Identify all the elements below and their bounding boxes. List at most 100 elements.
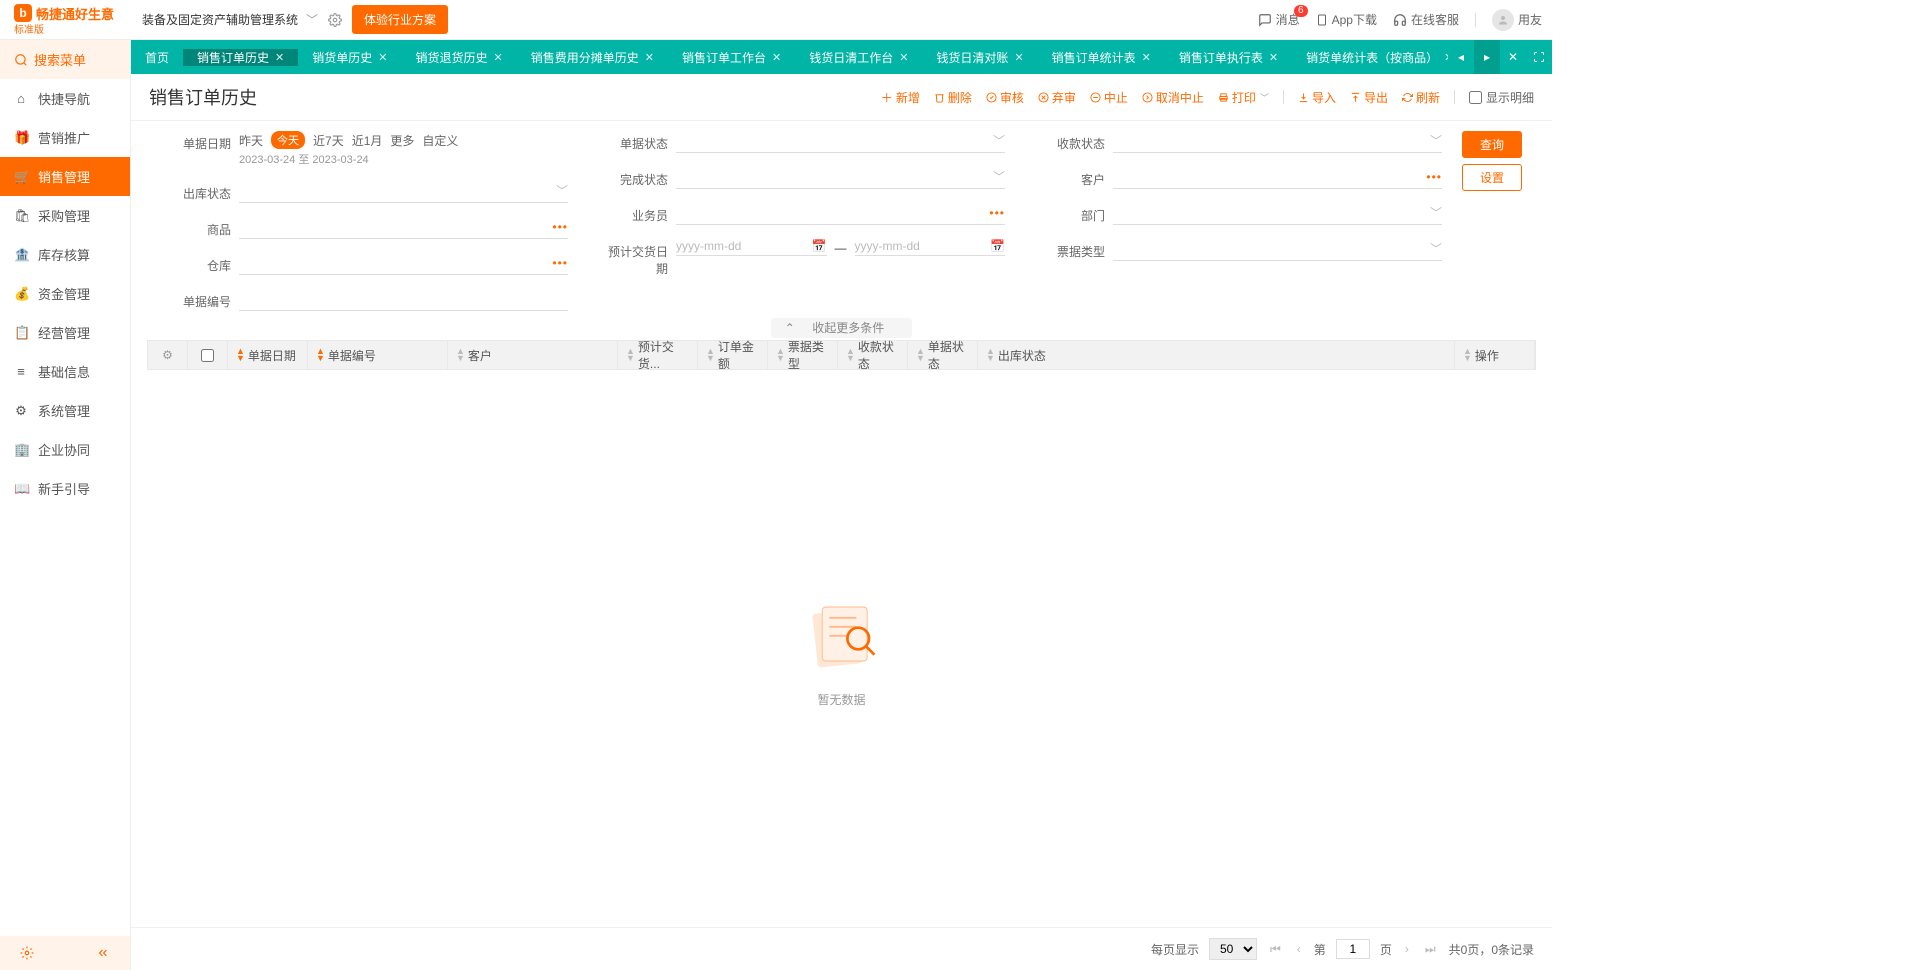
- date-quick-option[interactable]: 今天: [271, 131, 305, 149]
- dept-select[interactable]: ﹀: [1113, 203, 1442, 225]
- settings-icon[interactable]: [20, 946, 34, 960]
- column-header[interactable]: ▲▼操作: [1455, 341, 1535, 369]
- export-button[interactable]: 导出: [1350, 89, 1388, 106]
- tab[interactable]: 销售订单工作台✕: [668, 49, 795, 66]
- tab[interactable]: 销货单历史✕: [298, 49, 401, 66]
- tab-scroll-right[interactable]: ▸: [1474, 40, 1500, 74]
- calendar-icon: 📅: [990, 239, 1005, 253]
- column-header[interactable]: ▲▼出库状态: [978, 341, 1455, 369]
- first-page[interactable]: ⏮: [1267, 942, 1284, 957]
- column-header[interactable]: ▲▼预计交货...: [618, 341, 698, 369]
- receipt-status-select[interactable]: ﹀: [1113, 131, 1442, 153]
- close-icon[interactable]: ✕: [1142, 51, 1151, 64]
- close-icon[interactable]: ✕: [1014, 51, 1023, 64]
- date-quick-option[interactable]: 昨天: [239, 132, 263, 149]
- sidebar-item[interactable]: 📖新手引导: [0, 469, 130, 508]
- delete-button[interactable]: 删除: [934, 89, 972, 106]
- bill-status-select[interactable]: ﹀: [676, 131, 1005, 153]
- close-icon[interactable]: ✕: [494, 51, 503, 64]
- tab[interactable]: 钱货日清对账✕: [922, 49, 1037, 66]
- column-header[interactable]: ▲▼票据类型: [768, 341, 838, 369]
- prev-page[interactable]: ‹: [1294, 942, 1304, 956]
- nav-icon: ≡: [14, 364, 28, 379]
- table-settings-icon[interactable]: ⚙: [148, 341, 188, 369]
- page-input[interactable]: [1336, 939, 1370, 959]
- experience-button[interactable]: 体验行业方案: [352, 5, 448, 34]
- warehouse-picker[interactable]: •••: [239, 253, 568, 275]
- refresh-button[interactable]: 刷新: [1402, 89, 1440, 106]
- sidebar-item[interactable]: 💰资金管理: [0, 274, 130, 313]
- tab[interactable]: 首页: [131, 49, 183, 66]
- sidebar-item[interactable]: ≡基础信息: [0, 352, 130, 391]
- goods-picker[interactable]: •••: [239, 217, 568, 239]
- column-header[interactable]: ▲▼客户: [448, 341, 618, 369]
- tab[interactable]: 销售订单历史✕: [183, 49, 298, 66]
- date-quick-option[interactable]: 近1月: [352, 132, 383, 149]
- out-status-select[interactable]: ﹀: [239, 181, 568, 203]
- page-size-select[interactable]: 50: [1209, 938, 1257, 960]
- close-icon[interactable]: ✕: [1269, 51, 1278, 64]
- app-download-button[interactable]: App下载: [1316, 11, 1377, 28]
- print-button[interactable]: 打印﹀: [1218, 89, 1269, 106]
- user-menu[interactable]: 用友: [1492, 9, 1542, 31]
- sidebar-item[interactable]: 🛍采购管理: [0, 196, 130, 235]
- sidebar-item[interactable]: ⌂快捷导航: [0, 79, 130, 118]
- settings-button[interactable]: 设置: [1462, 164, 1522, 191]
- unstop-button[interactable]: 取消中止: [1142, 89, 1204, 106]
- close-icon[interactable]: ✕: [645, 51, 654, 64]
- expect-date-from[interactable]: yyyy-mm-dd📅: [676, 239, 827, 256]
- date-quick-tabs[interactable]: 昨天今天近7天近1月更多自定义: [239, 131, 458, 149]
- column-header[interactable]: ▲▼单据日期: [228, 341, 308, 369]
- sidebar-item[interactable]: ⚙系统管理: [0, 391, 130, 430]
- sidebar-item[interactable]: 📋经营管理: [0, 313, 130, 352]
- abandon-button[interactable]: 弃审: [1038, 89, 1076, 106]
- sidebar-item[interactable]: 🏦库存核算: [0, 235, 130, 274]
- tab[interactable]: 销售订单执行表✕: [1165, 49, 1292, 66]
- tab-scroll-left[interactable]: ◂: [1448, 40, 1474, 74]
- tab[interactable]: 钱货日清工作台✕: [795, 49, 922, 66]
- tab-close-all[interactable]: ✕: [1500, 40, 1526, 74]
- salesman-picker[interactable]: •••: [676, 203, 1005, 225]
- complete-status-select[interactable]: ﹀: [676, 167, 1005, 189]
- tab[interactable]: 销售费用分摊单历史✕: [517, 49, 668, 66]
- gear-icon[interactable]: [328, 13, 342, 27]
- service-button[interactable]: 在线客服: [1393, 11, 1459, 28]
- tab[interactable]: 销售订单统计表✕: [1038, 49, 1165, 66]
- column-header[interactable]: ▲▼单据编号: [308, 341, 448, 369]
- column-header[interactable]: ▲▼收款状态: [838, 341, 908, 369]
- collapse-sidebar-icon[interactable]: [96, 946, 110, 960]
- sidebar-item[interactable]: 🎁营销推广: [0, 118, 130, 157]
- close-icon[interactable]: ✕: [275, 51, 284, 64]
- last-page[interactable]: ⏭: [1422, 942, 1439, 957]
- import-button[interactable]: 导入: [1298, 89, 1336, 106]
- close-icon[interactable]: ✕: [378, 51, 387, 64]
- system-selector[interactable]: 装备及固定资产辅助管理系统 ﹀: [142, 11, 318, 28]
- close-icon[interactable]: ✕: [772, 51, 781, 64]
- next-page[interactable]: ›: [1402, 942, 1412, 956]
- stop-button[interactable]: 中止: [1090, 89, 1128, 106]
- query-button[interactable]: 查询: [1462, 131, 1522, 158]
- expect-date-to[interactable]: yyyy-mm-dd📅: [855, 239, 1006, 256]
- column-header[interactable]: ▲▼单据状态: [908, 341, 978, 369]
- add-button[interactable]: ＋新增: [881, 89, 920, 106]
- tab-fullscreen[interactable]: [1526, 40, 1552, 74]
- tab[interactable]: 销货退货历史✕: [401, 49, 516, 66]
- collapse-filters[interactable]: ⌃ 收起更多条件: [771, 318, 912, 338]
- messages-button[interactable]: 消息 6: [1258, 11, 1300, 28]
- invoice-type-select[interactable]: ﹀: [1113, 239, 1442, 261]
- date-quick-option[interactable]: 近7天: [313, 132, 344, 149]
- bill-no-input[interactable]: [239, 289, 568, 311]
- audit-button[interactable]: 审核: [986, 89, 1024, 106]
- date-quick-option[interactable]: 自定义: [422, 132, 458, 149]
- sidebar-item[interactable]: 🛒销售管理: [0, 157, 130, 196]
- show-detail-checkbox[interactable]: 显示明细: [1469, 89, 1534, 106]
- date-quick-option[interactable]: 更多: [390, 132, 414, 149]
- sidebar-item[interactable]: 🏢企业协同: [0, 430, 130, 469]
- select-all-checkbox[interactable]: [188, 341, 228, 369]
- close-icon[interactable]: ✕: [1444, 51, 1448, 64]
- search-menu[interactable]: 搜索菜单: [0, 40, 130, 79]
- tab[interactable]: 销货单统计表（按商品）✕: [1292, 49, 1448, 66]
- customer-picker[interactable]: •••: [1113, 167, 1442, 189]
- close-icon[interactable]: ✕: [899, 51, 908, 64]
- column-header[interactable]: ▲▼订单金额: [698, 341, 768, 369]
